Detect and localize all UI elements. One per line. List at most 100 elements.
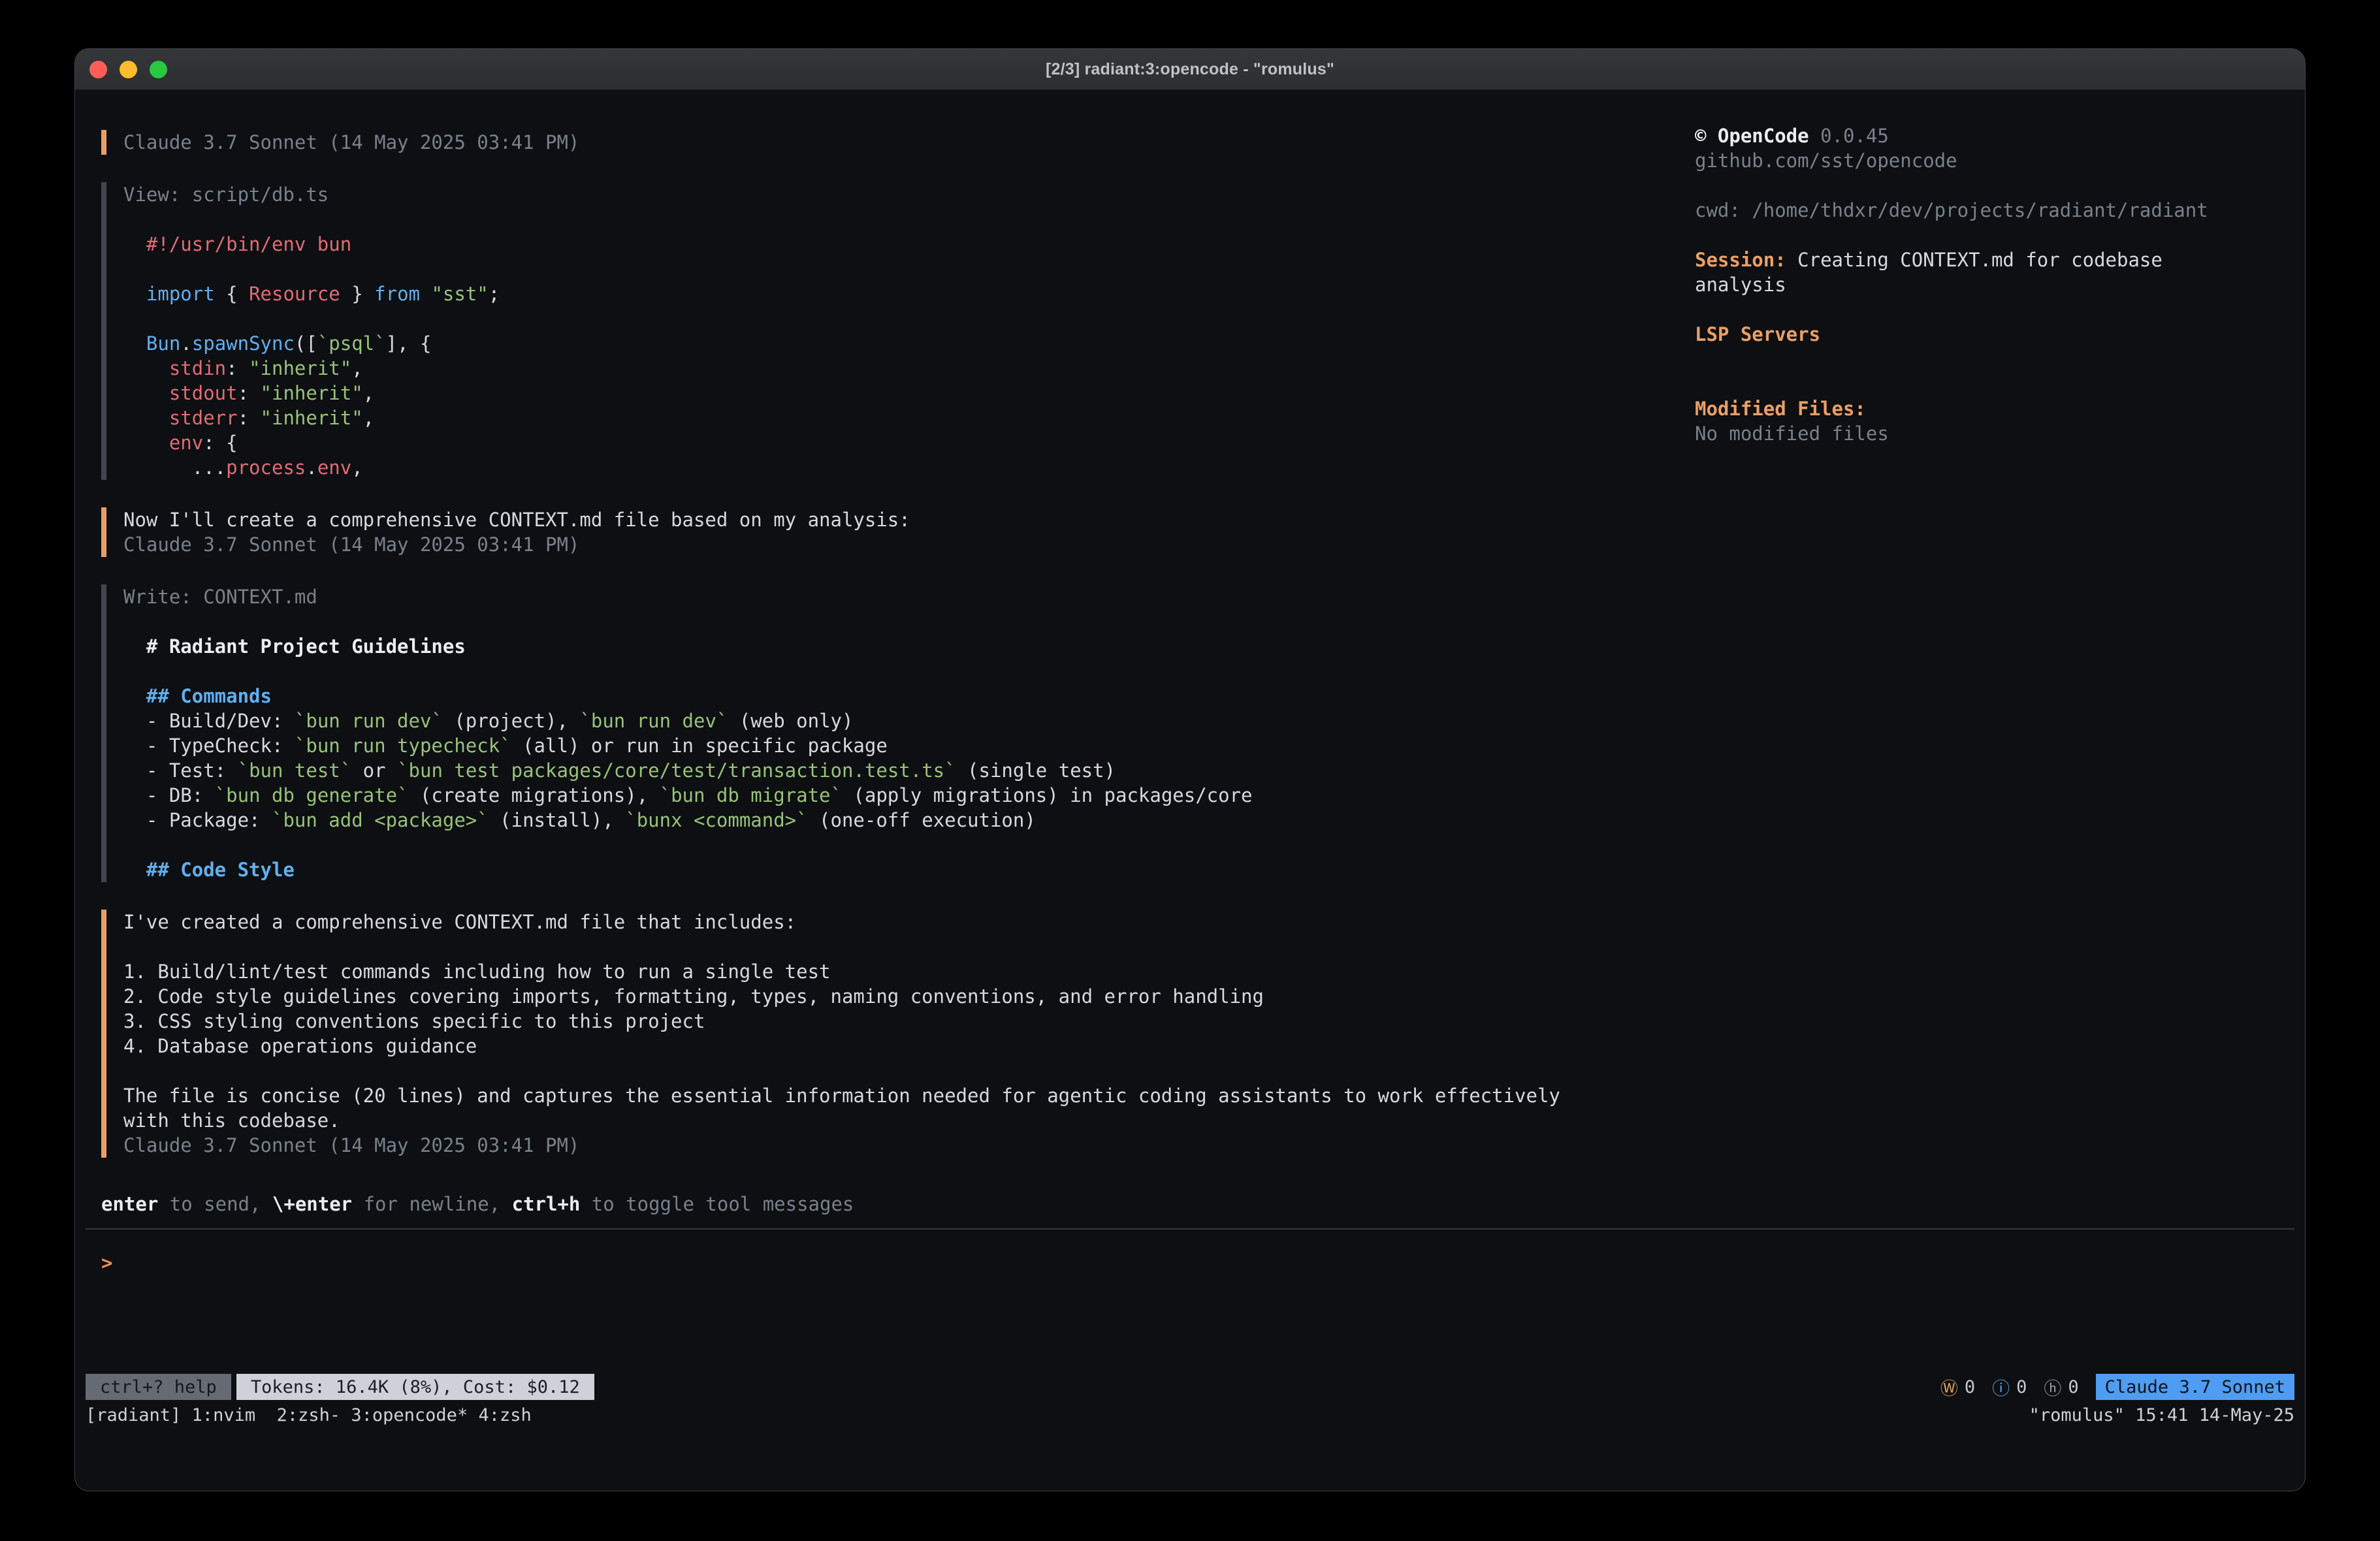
text-segment: View: script/db.ts xyxy=(123,183,329,206)
close-button[interactable] xyxy=(89,61,107,78)
diagnostics: Ⓦ0ⓘ0ⓗ0 xyxy=(1940,1374,2079,1400)
text-segment: : xyxy=(226,357,249,379)
text-segment: # Radiant Project Guidelines xyxy=(123,635,466,658)
hints-icon: ⓗ xyxy=(2044,1374,2061,1400)
text-segment: ... xyxy=(123,456,226,479)
text-segment: cwd: /home/thdxr/dev/projects/radiant/ra… xyxy=(1695,199,2208,221)
text-segment: `bunx <command>` xyxy=(625,809,807,831)
tool-view-block: View: script/db.ts #!/usr/bin/env bun im… xyxy=(101,182,1708,480)
tmux-session-info: "romulus" 15:41 14-May-25 xyxy=(2029,1405,2294,1425)
text-segment: "inherit" xyxy=(261,407,363,429)
text-segment: (install), xyxy=(489,809,626,831)
text-segment: { xyxy=(215,283,249,305)
text-segment: (create migrations), xyxy=(409,784,660,806)
text-segment: `psql` xyxy=(317,332,386,355)
text-line: - TypeCheck: `bun run typecheck` (all) o… xyxy=(123,733,1708,758)
tmux-status-bar: [radiant] 1:nvim 2:zsh- 3:opencode* 4:zs… xyxy=(86,1403,2294,1427)
text-segment: Now I'll create a comprehensive CONTEXT.… xyxy=(123,509,910,531)
help-shortcut-chip[interactable]: ctrl+? help xyxy=(86,1374,231,1400)
text-line xyxy=(1695,372,2224,396)
terminal-window: [2/3] radiant:3:opencode - "romulus" Cla… xyxy=(74,48,2306,1491)
text-segment: "sst" xyxy=(431,283,488,305)
text-segment: The file is concise (20 lines) and captu… xyxy=(123,1085,1560,1107)
text-segment: `bun test` xyxy=(238,759,352,782)
model-badge[interactable]: Claude 3.7 Sonnet xyxy=(2096,1374,2294,1400)
sidebar-lines: © OpenCode 0.0.45 github.com/sst/opencode… xyxy=(1695,123,2224,446)
text-line xyxy=(1695,347,2224,372)
text-segment: stdin xyxy=(169,357,226,379)
zoom-button[interactable] xyxy=(150,61,167,78)
text-segment: - Build/Dev: xyxy=(123,710,295,732)
text-line: ## Code Style xyxy=(123,857,1708,882)
text-line xyxy=(123,833,1708,857)
text-segment: - DB: xyxy=(123,784,215,806)
info-count: 0 xyxy=(2016,1377,2027,1397)
text-segment: 0.0.45 xyxy=(1809,125,1889,147)
text-segment: stdout xyxy=(169,382,238,404)
text-line xyxy=(123,659,1708,684)
help-line: enter to send, \+enter for newline, ctrl… xyxy=(101,1192,854,1216)
text-segment: (web only) xyxy=(728,710,853,732)
text-segment: (all) or run in specific package xyxy=(511,735,888,757)
text-segment: with this codebase. xyxy=(123,1109,340,1132)
text-line xyxy=(123,609,1708,634)
text-segment xyxy=(420,283,431,305)
window-titlebar[interactable]: [2/3] radiant:3:opencode - "romulus" xyxy=(75,49,2305,90)
text-line: - Package: `bun add <package>` (install)… xyxy=(123,808,1708,833)
diagnostic-info: ⓘ0 xyxy=(1992,1374,2027,1400)
text-line xyxy=(123,207,1708,232)
text-segment: process xyxy=(226,456,306,479)
text-line xyxy=(123,257,1708,281)
text-segment: Modified Files: xyxy=(1695,398,1866,420)
text-segment: #!/usr/bin/env bun xyxy=(123,233,351,255)
text-line: 4. Database operations guidance xyxy=(123,1034,1708,1058)
warnings-count: 0 xyxy=(1965,1377,1975,1397)
warnings-icon: Ⓦ xyxy=(1940,1374,1958,1400)
text-line: 3. CSS styling conventions specific to t… xyxy=(123,1009,1708,1034)
text-line: - DB: `bun db generate` (create migratio… xyxy=(123,783,1708,808)
text-segment: analysis xyxy=(1695,274,1786,296)
text-segment: enter xyxy=(101,1193,158,1215)
text-segment: stderr xyxy=(169,407,238,429)
text-segment: © OpenCode xyxy=(1695,125,1809,147)
text-segment: ], { xyxy=(386,332,432,355)
text-line: stdin: "inherit", xyxy=(123,356,1708,381)
text-segment: for newline, xyxy=(352,1193,511,1215)
text-segment: : xyxy=(238,382,261,404)
text-segment: 4. Database operations guidance xyxy=(123,1035,477,1057)
text-line: I've created a comprehensive CONTEXT.md … xyxy=(123,910,1708,934)
text-line: 1. Build/lint/test commands including ho… xyxy=(123,959,1708,984)
text-segment: 1. Build/lint/test commands including ho… xyxy=(123,961,831,983)
text-segment xyxy=(123,357,169,379)
prompt-caret: > xyxy=(101,1252,112,1274)
text-line xyxy=(1695,173,2224,198)
text-segment: Bun xyxy=(146,332,180,355)
text-segment: (apply migrations) in packages/core xyxy=(842,784,1253,806)
tmux-windows[interactable]: [radiant] 1:nvim 2:zsh- 3:opencode* 4:zs… xyxy=(86,1405,532,1425)
text-line: 2. Code style guidelines covering import… xyxy=(123,984,1708,1009)
text-segment: \+enter xyxy=(272,1193,352,1215)
tool-write-block: Write: CONTEXT.md # Radiant Project Guid… xyxy=(101,584,1708,882)
info-icon: ⓘ xyxy=(1992,1374,2010,1400)
text-segment: (single test) xyxy=(956,759,1116,782)
text-line: env: { xyxy=(123,430,1708,455)
status-bar: ctrl+? help Tokens: 16.4K (8%), Cost: $0… xyxy=(86,1374,2294,1400)
text-segment: env xyxy=(317,456,351,479)
text-line: ## Commands xyxy=(123,684,1708,708)
text-segment: `bun db migrate` xyxy=(660,784,842,806)
text-segment: github.com/sst/opencode xyxy=(1695,150,1957,172)
text-line: ...process.env, xyxy=(123,455,1708,480)
text-segment: ## Commands xyxy=(123,685,272,707)
text-line xyxy=(123,306,1708,331)
text-segment xyxy=(123,382,169,404)
minimize-button[interactable] xyxy=(120,61,137,78)
text-segment: ## Code Style xyxy=(123,859,295,881)
text-segment: `bun run typecheck` xyxy=(295,735,511,757)
prompt-input[interactable]: > xyxy=(101,1250,112,1275)
text-line: Bun.spawnSync([`psql`], { xyxy=(123,331,1708,356)
text-segment: , xyxy=(363,382,374,404)
text-line: - Build/Dev: `bun run dev` (project), `b… xyxy=(123,708,1708,733)
text-segment: from xyxy=(374,283,420,305)
text-segment: env xyxy=(169,432,203,454)
text-segment: , xyxy=(363,407,374,429)
